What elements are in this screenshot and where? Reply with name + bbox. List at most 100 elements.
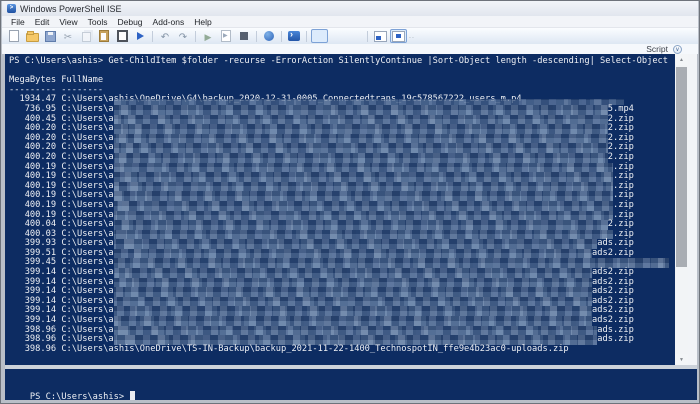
row-fullname-suffix: .zip — [613, 181, 634, 191]
row-fullname-prefix: C:\Users\a — [61, 229, 113, 239]
console-output-pane[interactable]: PS C:\Users\ashis> Get-ChildItem $folder… — [5, 54, 675, 365]
toolbar-separator — [306, 31, 307, 42]
redaction-mosaic — [114, 287, 592, 297]
row-fullname-prefix: C:\Users\a — [61, 123, 113, 133]
table-row: 398.96 C:\Users\ashis\OneDrive\TS-IN-Bac… — [9, 345, 675, 355]
title-bar: > Windows PowerShell ISE — [2, 1, 698, 16]
redaction-mosaic — [114, 249, 592, 259]
paste-icon — [99, 30, 109, 42]
row-fullname-suffix: ads.zip — [597, 238, 634, 248]
row-fullname-prefix: C:\Users\a — [61, 267, 113, 277]
pane-max-button[interactable] — [347, 29, 364, 43]
menu-file[interactable]: File — [6, 17, 30, 27]
row-megabytes: 399.14 — [9, 267, 61, 277]
save-icon — [45, 31, 56, 42]
console-command-line: PS C:\Users\ashis> Get-ChildItem $folder… — [9, 57, 675, 67]
row-fullname: C:\Users\ashis\OneDrive\TS-IN-Backup\bac… — [61, 344, 568, 354]
row-fullname-suffix: ads2.zip — [592, 267, 634, 277]
row-megabytes: 400.19 — [9, 200, 61, 210]
redaction-mosaic — [114, 115, 608, 125]
menu-edit[interactable]: Edit — [30, 17, 55, 27]
redaction-mosaic — [114, 230, 613, 240]
redaction-mosaic — [114, 153, 608, 163]
row-megabytes: 400.04 — [9, 219, 61, 229]
toolbar-separator — [152, 31, 153, 42]
toolbar-overflow-icon[interactable]: .. — [409, 33, 415, 40]
row-fullname-prefix: C:\Users\a — [61, 162, 113, 172]
run-selection-button[interactable] — [218, 29, 235, 43]
pane-right-margin — [688, 54, 697, 365]
row-megabytes: 400.03 — [9, 229, 61, 239]
row-megabytes: 399.14 — [9, 315, 61, 325]
redaction-mosaic — [114, 105, 608, 115]
addon2-button[interactable] — [390, 29, 407, 43]
addon-button[interactable] — [372, 29, 389, 43]
remote-button[interactable] — [261, 29, 278, 43]
row-fullname-suffix: .zip — [613, 210, 634, 220]
menu-debug[interactable]: Debug — [112, 17, 147, 27]
toolbar-separator — [281, 31, 282, 42]
redaction-mosaic — [114, 143, 608, 153]
pane-right-button[interactable] — [329, 29, 346, 43]
row-megabytes: 399.14 — [9, 296, 61, 306]
ps-button[interactable] — [286, 29, 303, 43]
new-file-button[interactable] — [6, 29, 23, 43]
row-fullname-suffix: ads2.zip — [592, 277, 634, 287]
redo-button[interactable] — [175, 29, 192, 43]
row-fullname-suffix: ads2.zip — [592, 305, 634, 315]
copy-button[interactable] — [78, 29, 95, 43]
row-fullname-prefix: C:\Users\a — [61, 248, 113, 258]
menu-addons[interactable]: Add-ons — [148, 17, 190, 27]
menu-help[interactable]: Help — [189, 17, 216, 27]
script-arrow-button[interactable] — [132, 29, 149, 43]
chevron-down-icon[interactable]: ∨ — [673, 45, 682, 54]
row-fullname-suffix: 2.zip — [608, 114, 634, 124]
row-megabytes: 1934.47 — [9, 94, 61, 104]
save-button[interactable] — [42, 29, 59, 43]
row-megabytes: 400.19 — [9, 210, 61, 220]
command-input-pane[interactable]: PS C:\Users\ashis> — [5, 369, 697, 400]
redaction-mosaic — [114, 172, 613, 182]
undo-button[interactable] — [157, 29, 174, 43]
run-button[interactable] — [200, 29, 217, 43]
redaction-mosaic — [114, 134, 608, 144]
redaction-mosaic — [114, 124, 608, 134]
run-selection-icon — [221, 30, 231, 42]
cut-button[interactable] — [60, 29, 77, 43]
row-fullname-suffix: 2.zip — [608, 133, 634, 143]
vertical-scrollbar[interactable]: ▲ ▼ — [675, 54, 688, 365]
row-fullname-suffix: ads2.zip — [592, 315, 634, 325]
paste-button[interactable] — [96, 29, 113, 43]
row-fullname-suffix: ads2.zip — [592, 248, 634, 258]
row-fullname-prefix: C:\Users\a — [61, 286, 113, 296]
clear-console-button[interactable] — [114, 29, 131, 43]
remote-icon — [264, 31, 274, 41]
redaction-mosaic — [114, 163, 613, 173]
row-fullname-suffix: .zip — [613, 229, 634, 239]
addon-icon — [374, 31, 387, 42]
open-folder-icon — [26, 33, 39, 42]
row-fullname-prefix: C:\Users\a — [61, 325, 113, 335]
menu-view[interactable]: View — [54, 17, 82, 27]
cut-icon — [64, 27, 72, 45]
open-folder-button[interactable] — [24, 29, 41, 43]
row-fullname-suffix: 2.zip — [608, 219, 634, 229]
row-fullname-prefix: C:\Users\a — [61, 200, 113, 210]
redaction-mosaic — [114, 201, 613, 211]
row-megabytes: 400.19 — [9, 181, 61, 191]
pane-top-button[interactable] — [311, 29, 328, 43]
scroll-down-icon[interactable]: ▼ — [675, 354, 688, 365]
stop-button[interactable] — [236, 29, 253, 43]
script-pane-collapsed-band: Script ∨ — [2, 44, 698, 54]
scroll-up-icon[interactable]: ▲ — [675, 54, 688, 65]
row-fullname-prefix: C:\Users\a — [61, 142, 113, 152]
row-megabytes: 736.95 — [9, 104, 61, 114]
row-fullname-suffix: ads2.zip — [592, 286, 634, 296]
row-fullname-prefix: C:\Users\a — [61, 133, 113, 143]
menu-tools[interactable]: Tools — [83, 17, 113, 27]
scrollbar-thumb[interactable] — [676, 67, 687, 267]
row-megabytes: 400.20 — [9, 142, 61, 152]
row-fullname-suffix: 5.mp4 — [608, 104, 634, 114]
redo-icon — [179, 27, 187, 45]
script-pane-label[interactable]: Script — [646, 44, 668, 54]
